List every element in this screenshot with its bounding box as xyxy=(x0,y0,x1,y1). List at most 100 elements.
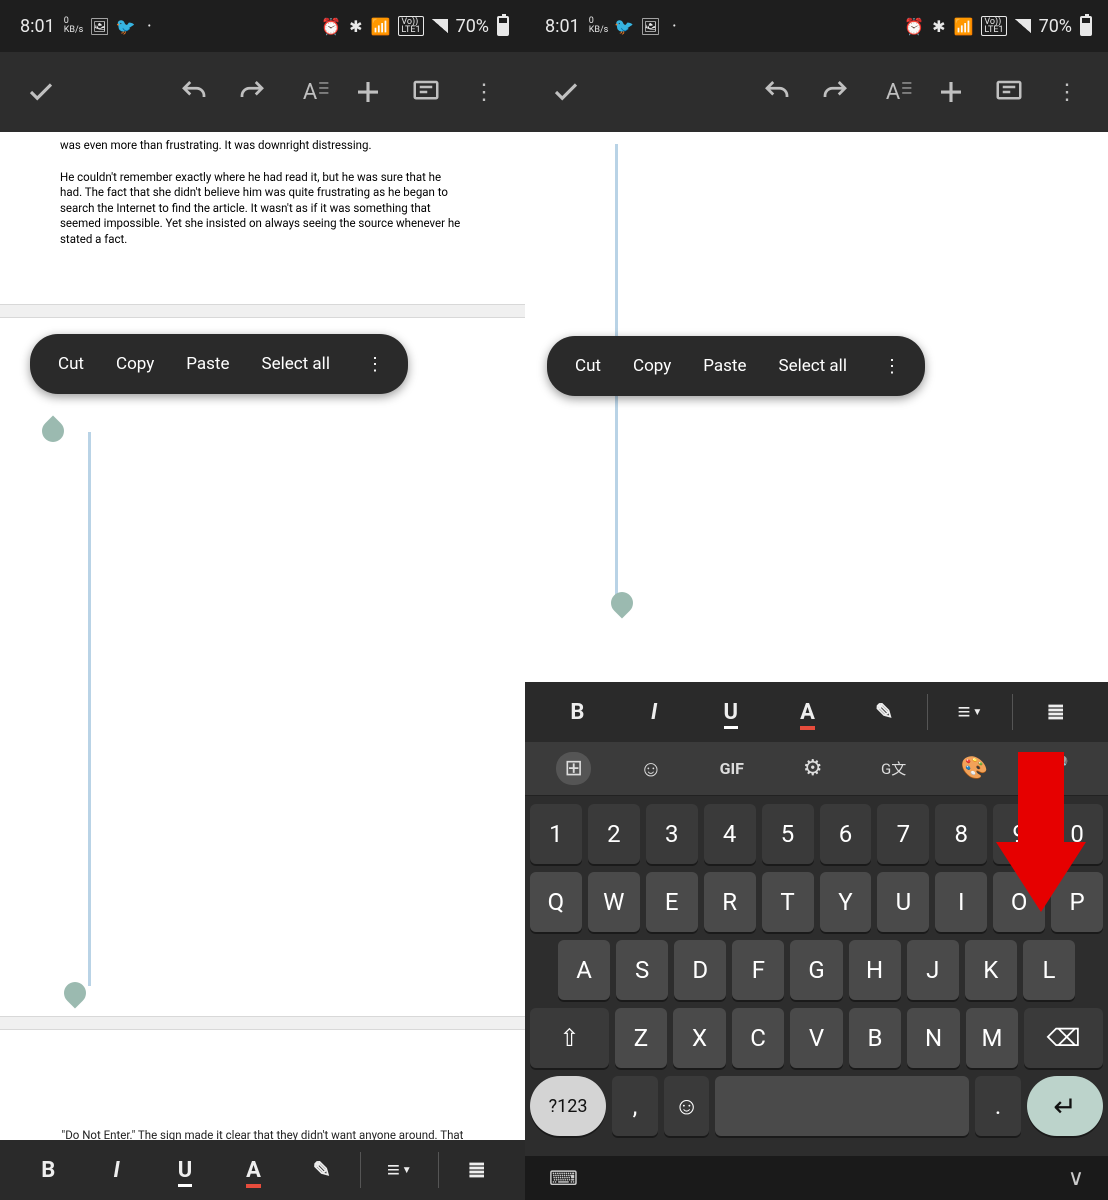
key-K[interactable]: K xyxy=(965,940,1017,1000)
key-S[interactable]: S xyxy=(616,940,668,1000)
context-copy[interactable]: Copy xyxy=(633,356,671,376)
emoji-key[interactable]: ☺ xyxy=(664,1076,710,1136)
key-C[interactable]: C xyxy=(732,1008,785,1068)
textcolor-button[interactable]: A xyxy=(769,682,846,742)
space-key[interactable] xyxy=(715,1076,969,1136)
symbols-key[interactable]: ?123 xyxy=(530,1076,606,1136)
key-R[interactable]: R xyxy=(704,872,756,932)
key-9[interactable]: 9 xyxy=(993,804,1045,864)
context-paste[interactable]: Paste xyxy=(186,354,229,374)
key-Z[interactable]: Z xyxy=(615,1008,668,1068)
context-copy[interactable]: Copy xyxy=(116,354,154,374)
enter-key[interactable]: ↵ xyxy=(1027,1076,1103,1136)
keyboard-icon[interactable]: ⌨ xyxy=(549,1166,578,1190)
key-0[interactable]: 0 xyxy=(1051,804,1103,864)
key-D[interactable]: D xyxy=(674,940,726,1000)
selection-handle-bottom[interactable] xyxy=(59,977,90,1008)
confirm-button[interactable] xyxy=(12,63,70,121)
key-U[interactable]: U xyxy=(877,872,929,932)
redo-button[interactable] xyxy=(806,63,864,121)
context-select-all[interactable]: Select all xyxy=(779,356,847,376)
underline-button[interactable]: U xyxy=(692,682,769,742)
key-2[interactable]: 2 xyxy=(588,804,640,864)
key-O[interactable]: O xyxy=(993,872,1045,932)
context-cut[interactable]: Cut xyxy=(58,354,84,374)
key-X[interactable]: X xyxy=(673,1008,726,1068)
context-cut[interactable]: Cut xyxy=(575,356,601,376)
key-G[interactable]: G xyxy=(790,940,842,1000)
italic-button[interactable]: I xyxy=(616,682,693,742)
undo-button[interactable] xyxy=(165,63,223,121)
key-F[interactable]: F xyxy=(732,940,784,1000)
format-button[interactable]: A——— xyxy=(864,63,922,121)
comment-button[interactable] xyxy=(397,63,455,121)
key-E[interactable]: E xyxy=(646,872,698,932)
undo-button[interactable] xyxy=(748,63,806,121)
italic-button[interactable]: I xyxy=(82,1140,150,1200)
context-more-icon[interactable]: ⋮ xyxy=(879,356,905,377)
document-area[interactable]: was even more than frustrating. It was d… xyxy=(0,132,525,1200)
selection-handle-top[interactable] xyxy=(37,415,68,446)
context-paste[interactable]: Paste xyxy=(703,356,746,376)
align-button[interactable]: ≡▼ xyxy=(932,682,1009,742)
paragraph-tail[interactable]: was even more than frustrating. It was d… xyxy=(0,138,525,154)
kb-mic-icon[interactable]: 🎤 xyxy=(1035,756,1077,781)
bold-button[interactable]: B xyxy=(14,1140,82,1200)
key-H[interactable]: H xyxy=(849,940,901,1000)
insert-button[interactable] xyxy=(922,63,980,121)
shift-key[interactable]: ⇧ xyxy=(530,1008,609,1068)
kb-translate-icon[interactable]: G文 xyxy=(873,758,915,779)
kb-gif-button[interactable]: GIF xyxy=(711,759,753,778)
collapse-icon[interactable]: ∨ xyxy=(1068,1166,1084,1191)
key-3[interactable]: 3 xyxy=(646,804,698,864)
kb-settings-icon[interactable]: ⚙ xyxy=(792,756,834,781)
kb-sticker-icon[interactable]: ☺ xyxy=(630,756,672,782)
context-menu: Cut Copy Paste Select all ⋮ xyxy=(547,336,925,396)
kb-apps-icon[interactable]: ⊞ xyxy=(556,752,590,785)
comma-key[interactable]: , xyxy=(612,1076,658,1136)
bold-button[interactable]: B xyxy=(539,682,616,742)
paragraph-2[interactable]: He couldn't remember exactly where he ha… xyxy=(0,170,525,248)
align-button[interactable]: ≡▼ xyxy=(365,1140,433,1200)
context-more-icon[interactable]: ⋮ xyxy=(362,354,388,375)
key-L[interactable]: L xyxy=(1023,940,1075,1000)
period-key[interactable]: . xyxy=(975,1076,1021,1136)
key-P[interactable]: P xyxy=(1051,872,1103,932)
key-4[interactable]: 4 xyxy=(704,804,756,864)
confirm-button[interactable] xyxy=(537,63,595,121)
signal-icon xyxy=(432,19,448,33)
list-button[interactable]: ≣ xyxy=(1017,682,1094,742)
key-I[interactable]: I xyxy=(935,872,987,932)
format-button[interactable]: A——— xyxy=(281,63,339,121)
key-5[interactable]: 5 xyxy=(762,804,814,864)
key-8[interactable]: 8 xyxy=(935,804,987,864)
highlight-button[interactable]: ✎ xyxy=(846,682,923,742)
key-T[interactable]: T xyxy=(762,872,814,932)
key-W[interactable]: W xyxy=(588,872,640,932)
key-7[interactable]: 7 xyxy=(877,804,929,864)
key-J[interactable]: J xyxy=(907,940,959,1000)
selection-handle-bottom[interactable] xyxy=(606,587,637,618)
key-M[interactable]: M xyxy=(966,1008,1019,1068)
more-button[interactable]: ⋮ xyxy=(1038,63,1096,121)
key-6[interactable]: 6 xyxy=(820,804,872,864)
key-A[interactable]: A xyxy=(558,940,610,1000)
key-V[interactable]: V xyxy=(790,1008,843,1068)
backspace-key[interactable]: ⌫ xyxy=(1024,1008,1103,1068)
comment-button[interactable] xyxy=(980,63,1038,121)
underline-button[interactable]: U xyxy=(151,1140,219,1200)
context-select-all[interactable]: Select all xyxy=(262,354,330,374)
more-button[interactable]: ⋮ xyxy=(455,63,513,121)
kb-palette-icon[interactable]: 🎨 xyxy=(954,756,996,781)
selection-line xyxy=(88,432,91,986)
highlight-button[interactable]: ✎ xyxy=(288,1140,356,1200)
insert-button[interactable] xyxy=(339,63,397,121)
redo-button[interactable] xyxy=(223,63,281,121)
key-1[interactable]: 1 xyxy=(530,804,582,864)
key-B[interactable]: B xyxy=(849,1008,902,1068)
key-Q[interactable]: Q xyxy=(530,872,582,932)
key-Y[interactable]: Y xyxy=(820,872,872,932)
textcolor-button[interactable]: A xyxy=(219,1140,287,1200)
key-N[interactable]: N xyxy=(907,1008,960,1068)
list-button[interactable]: ≣ xyxy=(443,1140,511,1200)
